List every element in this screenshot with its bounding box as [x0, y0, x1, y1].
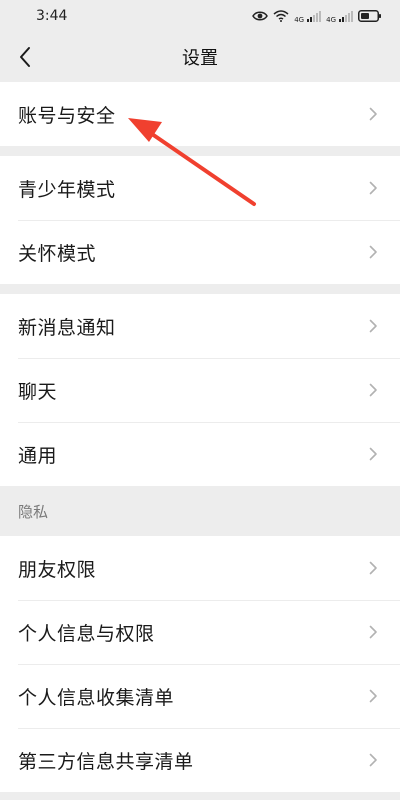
setting-label: 第三方信息共享清单 [18, 750, 194, 773]
setting-row-friend-permissions[interactable]: 朋友权限 [0, 536, 400, 600]
chevron-right-icon [366, 447, 380, 461]
eye-icon [252, 10, 269, 22]
setting-label: 个人信息收集清单 [18, 686, 175, 709]
status-bar: 3:44 4G 4G [0, 0, 400, 32]
network-type-label-2: 4G [326, 16, 336, 24]
settings-group-general: 新消息通知 聊天 通用 [0, 294, 400, 486]
setting-label: 青少年模式 [18, 178, 116, 201]
page-title: 设置 [182, 48, 218, 69]
setting-row-personal-info-collection[interactable]: 个人信息收集清单 [0, 664, 400, 728]
section-header-privacy: 隐私 [0, 486, 400, 536]
setting-row-care-mode[interactable]: 关怀模式 [0, 220, 400, 284]
group-divider [0, 146, 400, 156]
battery-icon [358, 10, 382, 22]
chevron-right-icon [366, 245, 380, 259]
setting-label: 账号与安全 [18, 104, 116, 127]
setting-label: 朋友权限 [18, 558, 97, 581]
settings-group-modes: 青少年模式 关怀模式 [0, 156, 400, 284]
status-icons: 4G 4G [252, 8, 382, 24]
settings-screen: 3:44 4G 4G 设置 账号与安全 青少年模式 关怀模式 新消息通知 聊天 … [0, 0, 400, 800]
setting-row-notifications[interactable]: 新消息通知 [0, 294, 400, 358]
setting-label: 通用 [18, 444, 58, 467]
setting-row-third-party-sharing[interactable]: 第三方信息共享清单 [0, 728, 400, 792]
setting-row-teen-mode[interactable]: 青少年模式 [0, 156, 400, 220]
header-bar: 设置 [0, 32, 400, 82]
settings-group-privacy: 朋友权限 个人信息与权限 个人信息收集清单 第三方信息共享清单 [0, 536, 400, 792]
setting-row-chat[interactable]: 聊天 [0, 358, 400, 422]
chevron-right-icon [366, 107, 380, 121]
chevron-right-icon [366, 383, 380, 397]
signal-icon-2 [339, 10, 353, 22]
chevron-right-icon [366, 689, 380, 703]
chevron-right-icon [366, 561, 380, 575]
back-button[interactable] [10, 42, 40, 72]
setting-label: 聊天 [18, 380, 58, 403]
chevron-right-icon [366, 319, 380, 333]
wifi-icon [273, 10, 289, 22]
chevron-right-icon [366, 753, 380, 767]
setting-label: 新消息通知 [18, 316, 116, 339]
settings-group-account: 账号与安全 [0, 82, 400, 146]
status-time: 3:44 [36, 8, 68, 24]
setting-row-personal-info-permissions[interactable]: 个人信息与权限 [0, 600, 400, 664]
signal-icon-1 [307, 10, 322, 22]
network-type-label-1: 4G [294, 16, 305, 24]
setting-row-account-security[interactable]: 账号与安全 [0, 82, 400, 146]
chevron-right-icon [366, 181, 380, 195]
setting-label: 个人信息与权限 [18, 622, 155, 645]
chevron-right-icon [366, 625, 380, 639]
setting-label: 关怀模式 [18, 242, 97, 265]
chevron-left-icon [20, 47, 30, 67]
group-divider [0, 284, 400, 294]
setting-row-general[interactable]: 通用 [0, 422, 400, 486]
